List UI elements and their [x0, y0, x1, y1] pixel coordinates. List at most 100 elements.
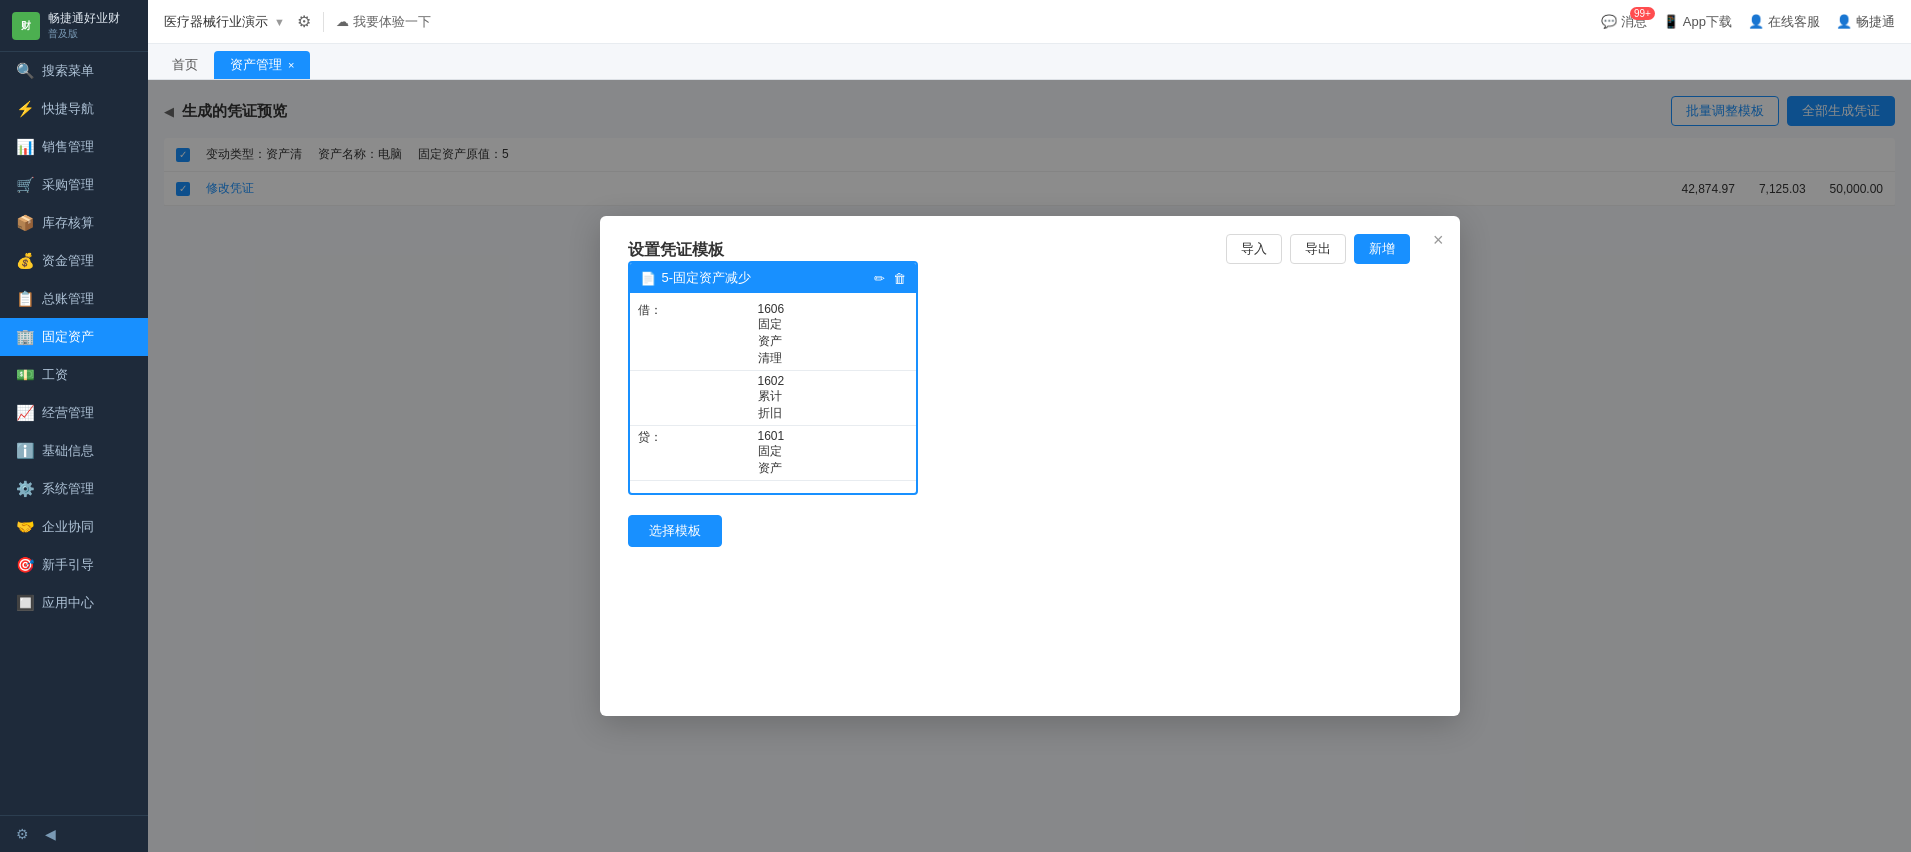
delete-icon[interactable]: 🗑 [893, 271, 906, 286]
sidebar-label-capital: 资金管理 [42, 252, 94, 270]
sidebar-item-guide[interactable]: 🎯 新手引导 [0, 546, 148, 584]
sidebar-footer: ⚙ ◀ [0, 815, 148, 852]
company-selector[interactable]: 医疗器械行业演示 ▼ [164, 13, 285, 31]
settings-icon[interactable]: ⚙ [16, 826, 29, 842]
template-card-body: 借：1606 固定资产清理1602 累计折旧贷：1601 固定资产 [630, 293, 916, 493]
template-row: 借：1606 固定资产清理 [630, 299, 916, 371]
modal-close-btn[interactable]: × [1433, 230, 1444, 251]
inventory-icon: 📦 [16, 214, 34, 232]
system-icon: ⚙️ [16, 480, 34, 498]
message-icon: 💬 [1601, 14, 1617, 29]
online-service-label: 在线客服 [1768, 13, 1820, 31]
app-download-btn[interactable]: 📱 App下载 [1663, 13, 1732, 31]
main-content: 医疗器械行业演示 ▼ ⚙ ☁ 我要体验一下 💬 消息 99+ 📱 App下载 [148, 0, 1911, 852]
template-row [630, 481, 916, 487]
sidebar: 财 畅捷通好业财 普及版 🔍 搜索菜单 ⚡ 快捷导航 📊 销售管理 🛒 采购管理 📦 库存核算 💰 资… [0, 0, 148, 852]
sidebar-label-purchase: 采购管理 [42, 176, 94, 194]
messages-badge: 99+ [1630, 7, 1655, 20]
user-profile-btn[interactable]: 👤 畅捷通 [1836, 13, 1895, 31]
template-area: 📄 5-固定资产减少 ✏ 🗑 借：1606 固定资产清理1602 [628, 261, 1432, 495]
topbar: 医疗器械行业演示 ▼ ⚙ ☁ 我要体验一下 💬 消息 99+ 📱 App下载 [148, 0, 1911, 44]
sidebar-item-inventory[interactable]: 📦 库存核算 [0, 204, 148, 242]
guide-icon: 🎯 [16, 556, 34, 574]
settings-gear-icon[interactable]: ⚙ [297, 12, 311, 31]
tab-asset-mgmt[interactable]: 资产管理 × [214, 51, 310, 79]
app-download-label: App下载 [1683, 13, 1732, 31]
template-card: 📄 5-固定资产减少 ✏ 🗑 借：1606 固定资产清理1602 [628, 261, 918, 495]
sidebar-label-basic-info: 基础信息 [42, 442, 94, 460]
experience-text: 我要体验一下 [353, 13, 431, 31]
sidebar-item-capital[interactable]: 💰 资金管理 [0, 242, 148, 280]
collapse-icon[interactable]: ◀ [45, 826, 56, 842]
cooperation-icon: 🤝 [16, 518, 34, 536]
template-name: 5-固定资产减少 [662, 269, 752, 287]
sidebar-label-cooperation: 企业协同 [42, 518, 94, 536]
service-icon: 👤 [1748, 14, 1764, 29]
tab-home[interactable]: 首页 [156, 51, 214, 79]
capital-icon: 💰 [16, 252, 34, 270]
chevron-down-icon: ▼ [274, 16, 285, 28]
doc-icon: 📄 [640, 271, 656, 286]
sidebar-label-system: 系统管理 [42, 480, 94, 498]
sidebar-item-search[interactable]: 🔍 搜索菜单 [0, 52, 148, 90]
sidebar-label-payroll: 工资 [42, 366, 68, 384]
sidebar-item-basic-info[interactable]: ℹ️ 基础信息 [0, 432, 148, 470]
experience-btn[interactable]: ☁ 我要体验一下 [336, 13, 431, 31]
sidebar-label-quick-nav: 快捷导航 [42, 100, 94, 118]
new-template-btn[interactable]: 新增 [1354, 234, 1410, 264]
tab-close-icon[interactable]: × [288, 59, 294, 71]
sidebar-item-payroll[interactable]: 💵工资 [0, 356, 148, 394]
topbar-divider [323, 12, 324, 32]
sidebar-item-operations[interactable]: 📈经营管理 [0, 394, 148, 432]
sidebar-item-cooperation[interactable]: 🤝 企业协同 [0, 508, 148, 546]
sidebar-item-sales[interactable]: 📊 销售管理 [0, 128, 148, 166]
general-ledger-icon: 📋 [16, 290, 34, 308]
import-btn[interactable]: 导入 [1226, 234, 1282, 264]
online-service-btn[interactable]: 👤 在线客服 [1748, 13, 1820, 31]
logo-text: 畅捷通好业财 [48, 10, 120, 27]
sidebar-label-sales: 销售管理 [42, 138, 94, 156]
page-content: ◀ 生成的凭证预览 批量调整模板 全部生成凭证 ✓ 变动类型：资产清 资产名称：… [148, 80, 1911, 852]
tabbar: 首页 资产管理 × [148, 44, 1911, 80]
sidebar-item-purchase[interactable]: 🛒 采购管理 [0, 166, 148, 204]
modal-action-buttons: 导入 导出 新增 [1226, 234, 1410, 264]
basic-info-icon: ℹ️ [16, 442, 34, 460]
app-center-icon: 🔲 [16, 594, 34, 612]
sidebar-item-app-center[interactable]: 🔲 应用中心 [0, 584, 148, 622]
voucher-template-modal: 设置凭证模板 × 导入 导出 新增 📄 5-固定资产减少 [600, 216, 1460, 716]
export-btn[interactable]: 导出 [1290, 234, 1346, 264]
sales-icon: 📊 [16, 138, 34, 156]
sidebar-label-app-center: 应用中心 [42, 594, 94, 612]
sidebar-nav: 🔍 搜索菜单 ⚡ 快捷导航 📊 销售管理 🛒 采购管理 📦 库存核算 💰 资金管理 📋 总账管理 🏢固定资产… [0, 52, 148, 815]
username-label: 畅捷通 [1856, 13, 1895, 31]
topbar-right: 💬 消息 99+ 📱 App下载 👤 在线客服 👤 畅捷通 [1601, 13, 1895, 31]
search-icon: 🔍 [16, 62, 34, 80]
modal-overlay: 设置凭证模板 × 导入 导出 新增 📄 5-固定资产减少 [148, 80, 1911, 852]
company-name: 医疗器械行业演示 [164, 13, 268, 31]
sidebar-logo: 财 畅捷通好业财 普及版 [0, 0, 148, 52]
template-row: 1602 累计折旧 [630, 371, 916, 426]
sidebar-item-fixed-assets[interactable]: 🏢固定资产 [0, 318, 148, 356]
fixed-assets-icon: 🏢 [16, 328, 34, 346]
sidebar-label-guide: 新手引导 [42, 556, 94, 574]
sidebar-item-system[interactable]: ⚙️ 系统管理 [0, 470, 148, 508]
messages-btn[interactable]: 💬 消息 99+ [1601, 13, 1647, 31]
quick-nav-icon: ⚡ [16, 100, 34, 118]
template-card-header: 📄 5-固定资产减少 ✏ 🗑 [630, 263, 916, 293]
logo-icon: 财 [12, 12, 40, 40]
template-row: 贷：1601 固定资产 [630, 426, 916, 481]
logo-sub: 普及版 [48, 27, 120, 41]
user-avatar-icon: 👤 [1836, 14, 1852, 29]
cloud-icon: ☁ [336, 14, 349, 29]
phone-icon: 📱 [1663, 14, 1679, 29]
choose-template-btn[interactable]: 选择模板 [628, 515, 722, 547]
modal-title: 设置凭证模板 [628, 241, 724, 258]
operations-icon: 📈 [16, 404, 34, 422]
purchase-icon: 🛒 [16, 176, 34, 194]
sidebar-item-general-ledger[interactable]: 📋 总账管理 [0, 280, 148, 318]
sidebar-label-search: 搜索菜单 [42, 62, 94, 80]
sidebar-item-quick-nav[interactable]: ⚡ 快捷导航 [0, 90, 148, 128]
edit-icon[interactable]: ✏ [874, 271, 885, 286]
sidebar-label-general-ledger: 总账管理 [42, 290, 94, 308]
sidebar-label-inventory: 库存核算 [42, 214, 94, 232]
